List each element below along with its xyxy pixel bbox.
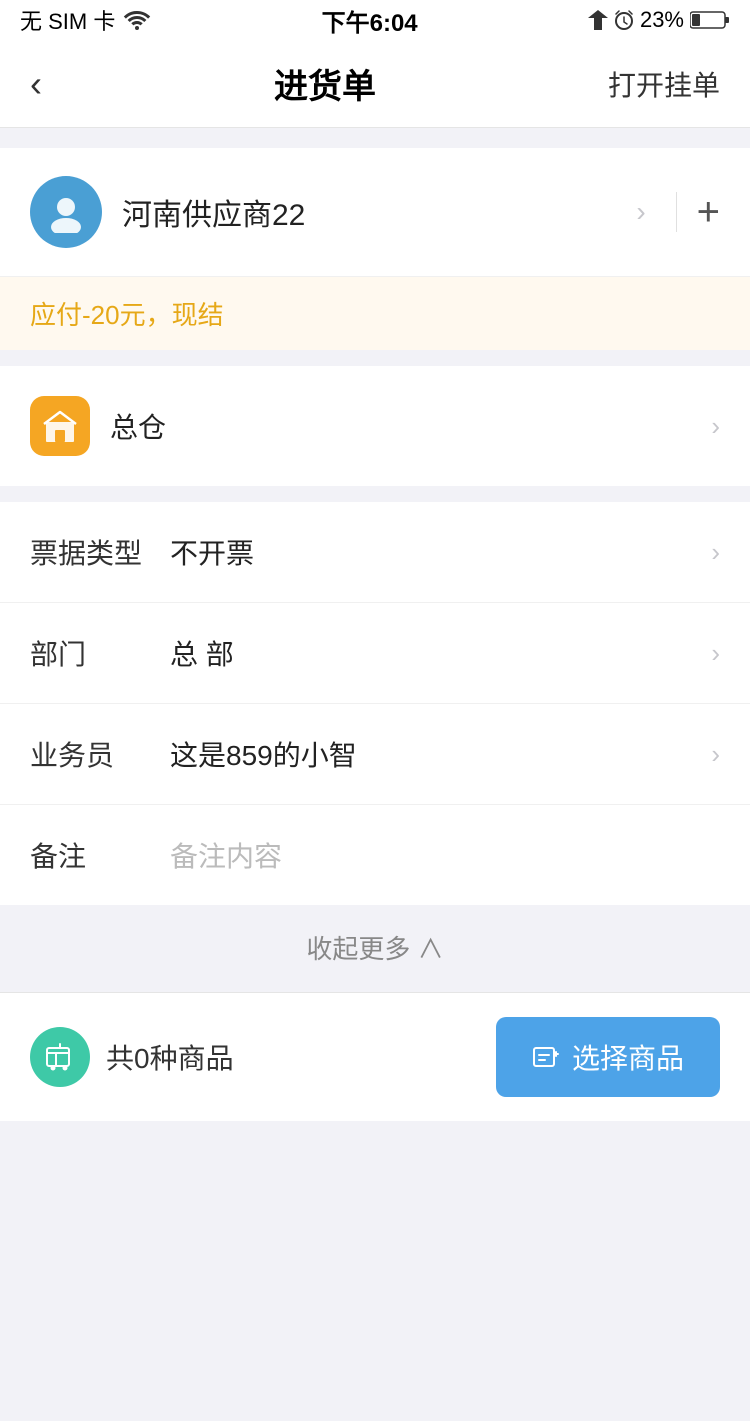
bottom-bar: 共0种商品 选择商品	[0, 992, 750, 1121]
page-background	[0, 1121, 750, 1421]
supplier-name: 河南供应商22	[122, 190, 636, 234]
remark-value[interactable]: 备注内容	[150, 835, 720, 875]
warehouse-row[interactable]: 总仓 ›	[0, 366, 750, 486]
product-count-text: 共0种商品	[106, 1037, 234, 1077]
page-title: 进货单	[274, 59, 376, 108]
open-pending-button[interactable]: 打开挂单	[608, 64, 720, 104]
section-gap-2	[0, 350, 750, 366]
invoice-type-value: 不开票	[150, 532, 701, 572]
status-right: 23%	[588, 7, 730, 33]
avatar-icon	[45, 191, 87, 233]
salesperson-chevron-icon: ›	[711, 739, 720, 770]
invoice-type-chevron-icon: ›	[711, 537, 720, 568]
status-left: 无 SIM 卡	[20, 4, 151, 36]
warehouse-icon	[42, 408, 78, 444]
signal-text: 无 SIM 卡	[20, 4, 115, 36]
salesperson-key: 业务员	[30, 734, 150, 774]
remark-row[interactable]: 备注 备注内容	[0, 805, 750, 905]
collapse-toggle[interactable]: 收起更多 ∧	[0, 905, 750, 990]
warehouse-label: 总仓	[110, 406, 711, 446]
department-row[interactable]: 部门 总 部 ›	[0, 603, 750, 704]
supplier-avatar	[30, 176, 102, 248]
add-button[interactable]: +	[697, 190, 720, 235]
supplier-chevron-icon: ›	[636, 196, 645, 228]
salesperson-row[interactable]: 业务员 这是859的小智 ›	[0, 704, 750, 805]
back-button[interactable]: ‹	[30, 63, 42, 105]
invoice-type-row[interactable]: 票据类型 不开票 ›	[0, 502, 750, 603]
notice-text: 应付-20元，现结	[30, 300, 224, 330]
invoice-type-key: 票据类型	[30, 532, 150, 572]
warehouse-chevron-icon: ›	[711, 411, 720, 442]
select-product-icon	[532, 1042, 562, 1072]
select-product-label: 选择商品	[572, 1037, 684, 1077]
section-gap-1	[0, 128, 750, 148]
select-product-button[interactable]: 选择商品	[496, 1017, 720, 1097]
remark-key: 备注	[30, 835, 150, 875]
notice-banner: 应付-20元，现结	[0, 277, 750, 350]
nav-bar: ‹ 进货单 打开挂单	[0, 40, 750, 128]
status-time: 下午6:04	[322, 3, 418, 38]
product-count-icon-wrap	[30, 1027, 90, 1087]
warehouse-card[interactable]: 总仓 ›	[0, 366, 750, 486]
section-gap-3	[0, 486, 750, 502]
wifi-icon	[123, 10, 151, 30]
salesperson-value: 这是859的小智	[150, 734, 701, 774]
battery-icon	[690, 10, 730, 30]
battery-text: 23%	[640, 7, 684, 33]
warehouse-icon-wrap	[30, 396, 90, 456]
form-section: 票据类型 不开票 › 部门 总 部 › 业务员 这是859的小智 › 备注 备注…	[0, 502, 750, 905]
status-bar: 无 SIM 卡 下午6:04 23%	[0, 0, 750, 40]
department-chevron-icon: ›	[711, 638, 720, 669]
cart-icon	[43, 1040, 77, 1074]
supplier-card: 河南供应商22 › + 应付-20元，现结	[0, 148, 750, 350]
supplier-row[interactable]: 河南供应商22 › +	[0, 148, 750, 277]
alarm-icon	[614, 10, 634, 30]
location-icon	[588, 10, 608, 30]
product-count-area: 共0种商品	[30, 1027, 234, 1087]
supplier-divider	[676, 192, 677, 232]
department-value: 总 部	[150, 633, 701, 673]
department-key: 部门	[30, 633, 150, 673]
